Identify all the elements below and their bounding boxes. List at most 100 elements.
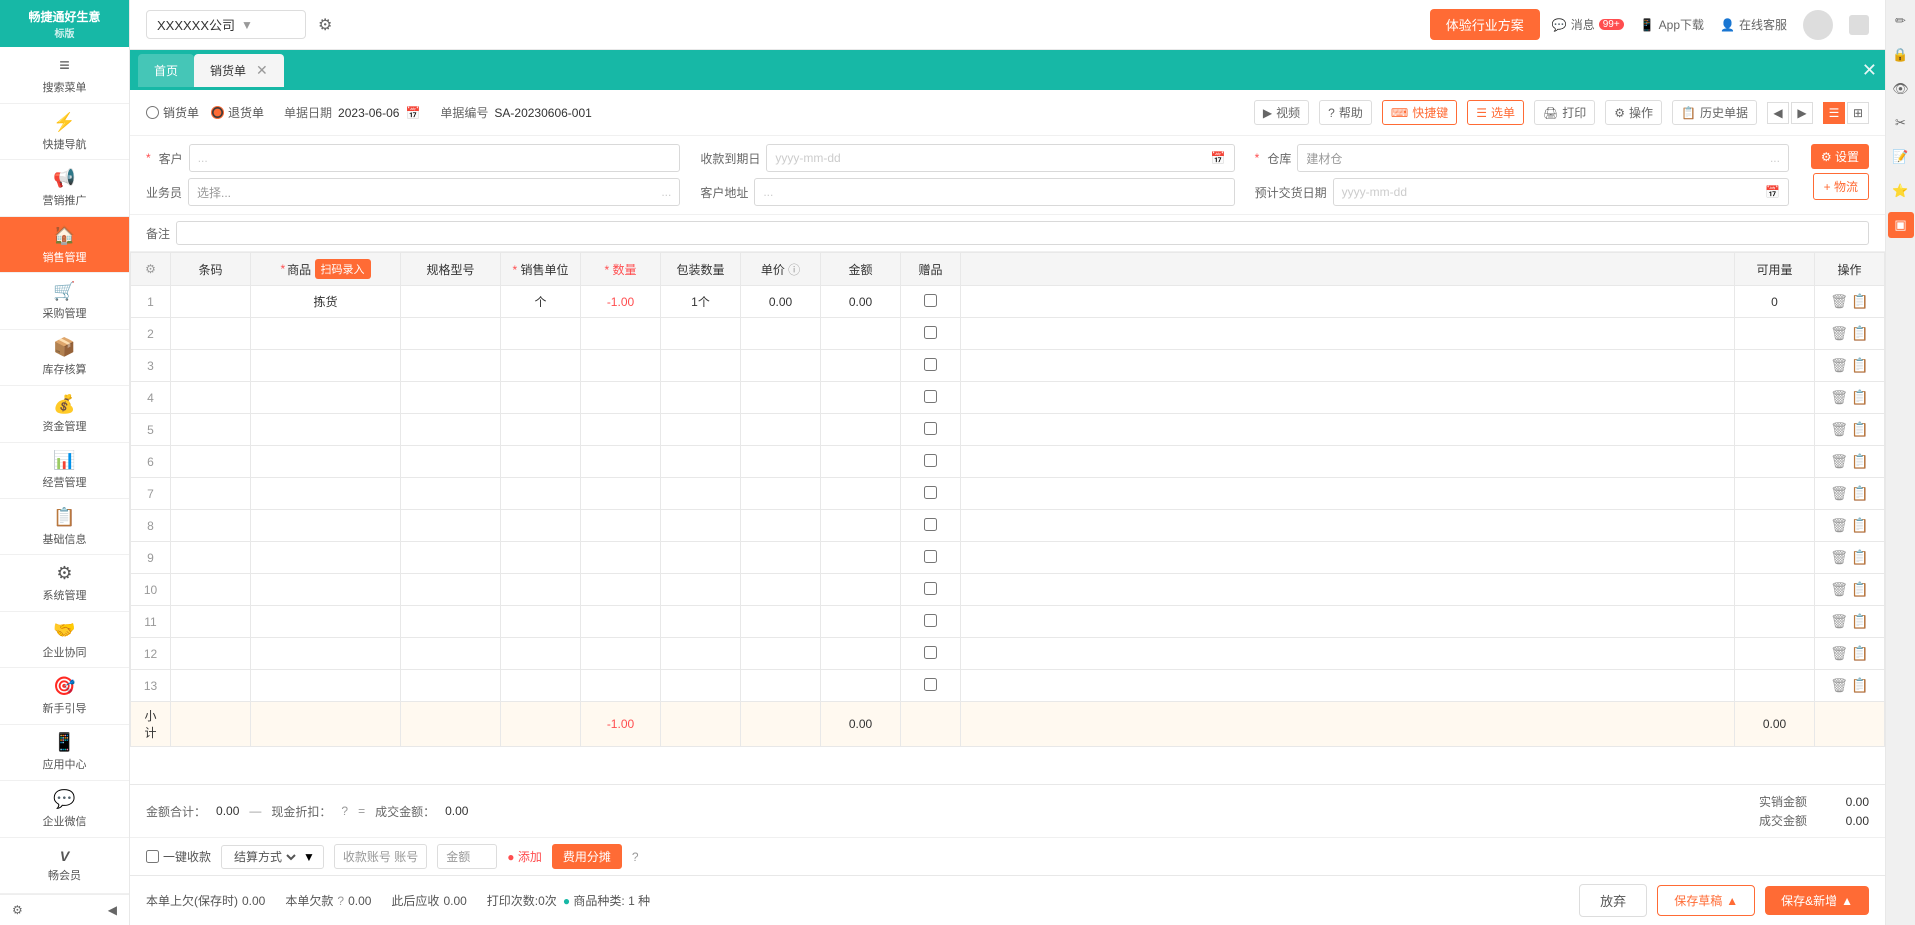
cell-goods[interactable] [251,670,401,702]
sidebar-item-system[interactable]: ⚙ 系统管理 [0,555,129,611]
cell-amount[interactable] [821,670,901,702]
cell-spec[interactable] [401,542,501,574]
cell-pkgqty[interactable] [661,478,741,510]
radio-sale[interactable]: 销货单 [146,104,199,121]
one-click-payment-checkbox[interactable] [146,850,159,863]
cell-goods[interactable] [251,382,401,414]
cell-barcode[interactable] [171,638,251,670]
cell-price[interactable] [741,606,821,638]
right-tool-6[interactable]: ⭐ [1888,178,1914,204]
cell-pkgqty[interactable] [661,446,741,478]
sidebar-item-member[interactable]: V 畅会员 [0,838,129,894]
gift-checkbox[interactable] [924,646,937,659]
cell-gift[interactable] [901,510,961,542]
cell-pkgqty[interactable] [661,638,741,670]
cell-barcode[interactable] [171,574,251,606]
cell-price[interactable] [741,318,821,350]
salesperson-input[interactable]: 选择... ... [188,178,680,206]
copy-btn[interactable]: 📋 [1851,581,1868,597]
copy-btn[interactable]: 📋 [1851,485,1868,501]
prev-arrow[interactable]: ◀ [1767,102,1789,124]
app-download-btn[interactable]: 📱 App下载 [1640,16,1704,33]
cell-price[interactable] [741,542,821,574]
cell-spec[interactable] [401,446,501,478]
cell-qty[interactable] [581,446,661,478]
right-tool-5[interactable]: 📝 [1888,144,1914,170]
cell-goods[interactable] [251,638,401,670]
delivery-date-input[interactable]: yyyy-mm-dd 📅 [1333,178,1789,206]
sidebar-settings-icon[interactable]: ⚙ [12,903,23,917]
gift-checkbox[interactable] [924,358,937,371]
cell-price[interactable] [741,446,821,478]
account-input[interactable]: 收款账号 账号 [334,844,427,869]
cell-barcode[interactable] [171,382,251,414]
payment-method-dropdown[interactable]: 结算方式 [230,849,299,865]
sidebar-item-operations[interactable]: 📊 经营管理 [0,443,129,499]
cell-goods[interactable] [251,414,401,446]
cell-unit[interactable]: 个 [501,286,581,318]
cell-barcode[interactable] [171,670,251,702]
cell-goods[interactable] [251,510,401,542]
cell-spec[interactable] [401,286,501,318]
cell-unit[interactable] [501,510,581,542]
trial-btn[interactable]: 体验行业方案 [1430,9,1540,40]
cell-price[interactable] [741,478,821,510]
cell-pkgqty[interactable] [661,574,741,606]
sidebar-item-finance[interactable]: 💰 资金管理 [0,386,129,442]
cell-barcode[interactable] [171,542,251,574]
cell-barcode[interactable] [171,318,251,350]
cell-price[interactable] [741,670,821,702]
delete-btn[interactable]: 🗑 [1830,453,1848,469]
right-tool-3[interactable]: 👁 [1888,76,1914,102]
one-click-payment-label[interactable]: 一键收款 [146,848,211,865]
sidebar-item-search[interactable]: ≡ 搜索菜单 [0,47,129,103]
cell-unit[interactable] [501,542,581,574]
cell-qty[interactable] [581,606,661,638]
cell-unit[interactable] [501,638,581,670]
cell-spec[interactable] [401,350,501,382]
fee-split-btn[interactable]: 费用分摊 [552,844,622,869]
sidebar-item-wxwork[interactable]: 💬 企业微信 [0,781,129,837]
cell-qty[interactable]: -1.00 [581,286,661,318]
gift-checkbox[interactable] [924,486,937,499]
cell-gift[interactable] [901,606,961,638]
cell-amount[interactable] [821,574,901,606]
add-payment-btn[interactable]: ● 添加 [507,848,542,865]
gift-checkbox[interactable] [924,390,937,403]
warehouse-input[interactable]: 建材仓 ... [1297,144,1789,172]
radio-return[interactable]: 退货单 [211,104,264,121]
cell-amount[interactable] [821,510,901,542]
message-btn[interactable]: 💬 消息 99+ [1552,16,1624,33]
cell-gift[interactable] [901,574,961,606]
cell-pkgqty[interactable] [661,382,741,414]
cell-pkgqty[interactable] [661,318,741,350]
next-arrow[interactable]: ▶ [1791,102,1813,124]
tab-sales[interactable]: 销货单 ✕ [194,54,284,87]
cell-unit[interactable] [501,446,581,478]
right-tool-1[interactable]: ✏ [1888,8,1914,34]
th-gear[interactable]: ⚙ [131,253,171,286]
delete-btn[interactable]: 🗑 [1830,293,1848,309]
draft-btn[interactable]: 保存草稿 ▲ [1657,885,1755,916]
gift-checkbox[interactable] [924,294,937,307]
select-btn[interactable]: ☰ 选单 [1467,100,1524,125]
cell-spec[interactable] [401,574,501,606]
help-btn[interactable]: ? 帮助 [1319,100,1372,125]
cell-price[interactable] [741,510,821,542]
radio-sale-input[interactable] [146,106,159,119]
cell-barcode[interactable] [171,478,251,510]
cell-spec[interactable] [401,510,501,542]
logistics-btn[interactable]: + 物流 [1813,173,1869,200]
cell-goods[interactable] [251,574,401,606]
scan-btn[interactable]: 扫码录入 [315,259,371,279]
copy-btn[interactable]: 📋 [1851,357,1868,373]
cell-barcode[interactable] [171,606,251,638]
cell-barcode[interactable] [171,286,251,318]
cell-pkgqty[interactable] [661,510,741,542]
cell-qty[interactable] [581,670,661,702]
cell-price[interactable] [741,382,821,414]
gift-checkbox[interactable] [924,582,937,595]
delete-btn[interactable]: 🗑 [1830,389,1848,405]
sidebar-item-newuser[interactable]: 🎯 新手引导 [0,668,129,724]
cell-pkgqty[interactable] [661,414,741,446]
